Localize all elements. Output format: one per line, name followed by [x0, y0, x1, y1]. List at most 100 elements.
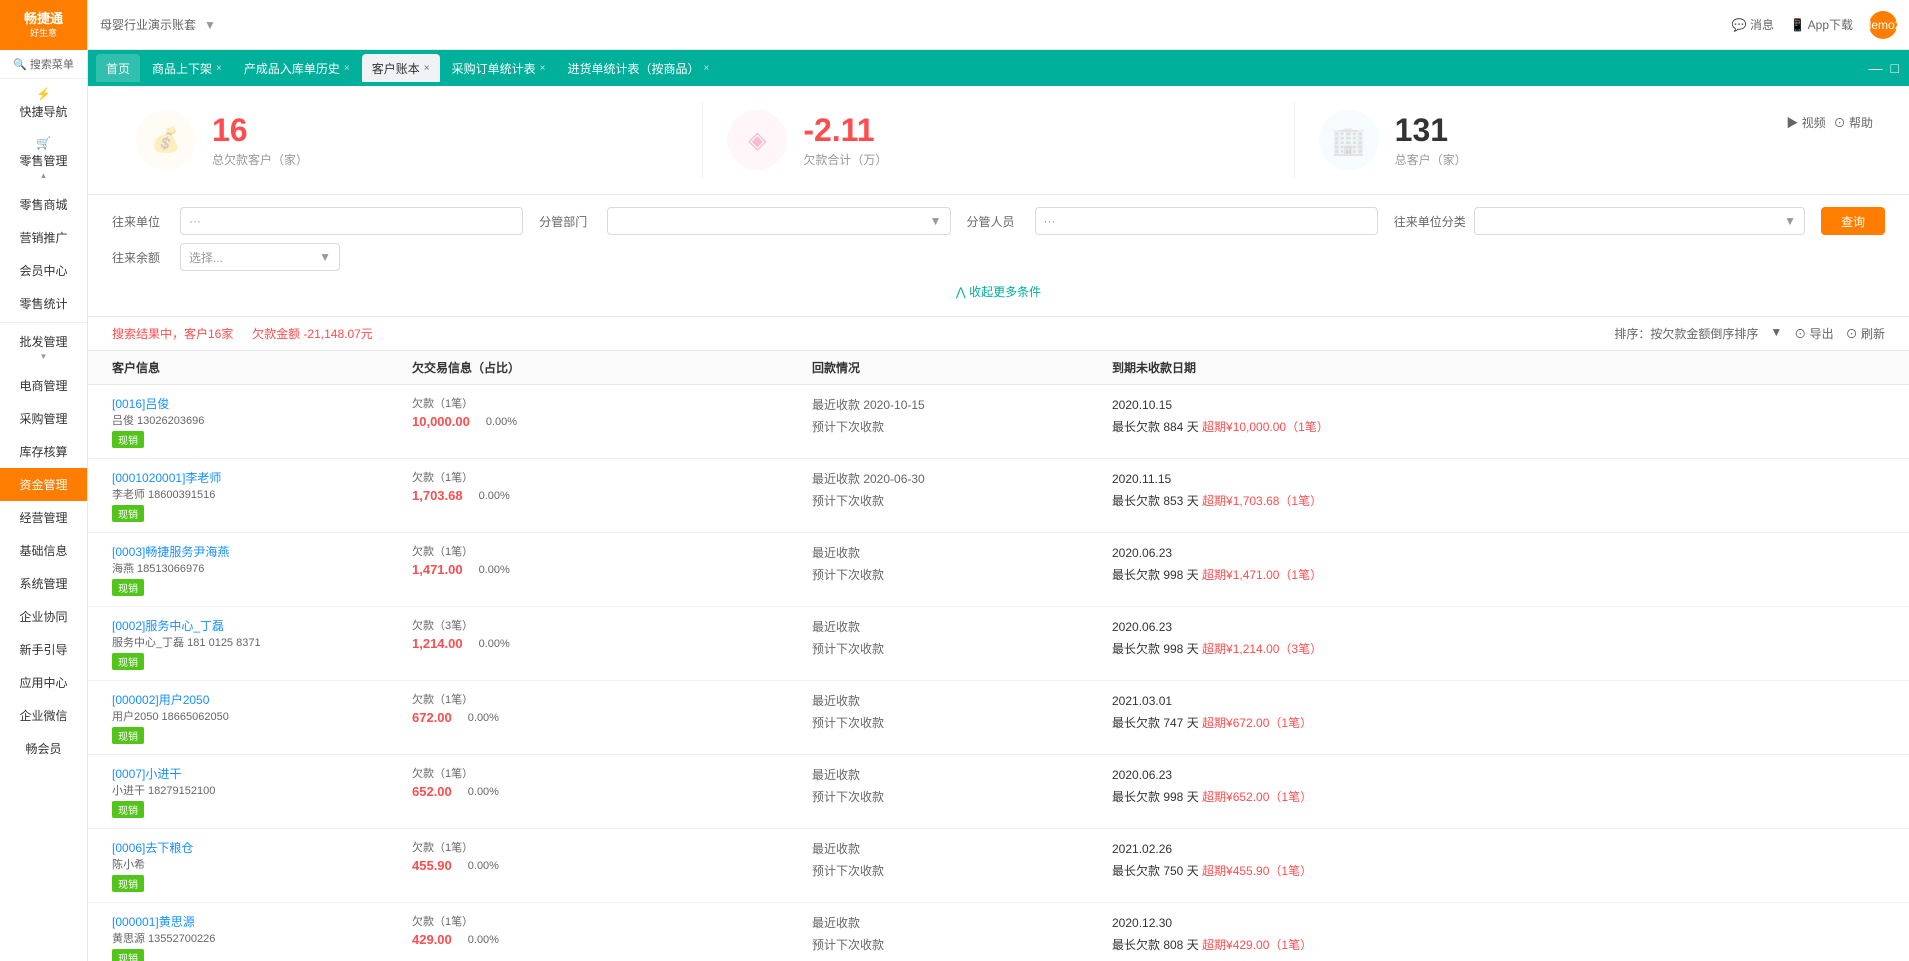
next-payment: 预计下次收款: [812, 491, 1112, 513]
customer-cell: [000002]用户2050 用户2050 18665062050 现销: [112, 691, 412, 744]
overdue-link[interactable]: 超期¥10,000.00（1笔）: [1202, 420, 1329, 434]
minimize-btn[interactable]: —: [1867, 58, 1885, 78]
debt-row: 欠款（1笔）: [412, 839, 812, 855]
tab-home[interactable]: 首页: [96, 54, 140, 82]
overdue-link[interactable]: 超期¥1,471.00（1笔）: [1202, 568, 1322, 582]
customer-contact: 黄思源 13552700226: [112, 930, 412, 946]
source-unit-input[interactable]: ···: [180, 207, 523, 235]
sidebar-item-newbie[interactable]: 新手引导: [0, 633, 87, 666]
sidebar-item-batch-mgmt[interactable]: 批发管理 ▼: [0, 325, 87, 369]
sidebar-item-retail-store[interactable]: 零售商城: [0, 188, 87, 221]
balance-select[interactable]: 选择... ▼: [180, 243, 340, 271]
data-table: 客户信息 欠交易信息（占比） 回款情况 到期未收款日期 [0016]吕俊 吕俊 …: [88, 351, 1909, 961]
dept-select[interactable]: ▼: [607, 207, 950, 235]
table-header: 客户信息 欠交易信息（占比） 回款情况 到期未收款日期: [88, 351, 1909, 385]
customer-name[interactable]: [0016]吕俊: [112, 395, 412, 412]
sidebar-item-vip[interactable]: 畅会员: [0, 732, 87, 765]
sidebar-item-inventory[interactable]: 库存核算: [0, 435, 87, 468]
quick-icon: ⚡: [36, 87, 51, 101]
customer-tag: 现销: [112, 505, 144, 522]
customer-name[interactable]: [000001]黄思源: [112, 913, 412, 930]
next-payment: 预计下次收款: [812, 787, 1112, 809]
sort-label: 排序：按欠款金额倒序排序: [1614, 325, 1758, 342]
debt-cell: 欠款（3笔） 1,214.00 0.00%: [412, 617, 812, 651]
col-customer-info: 客户信息: [112, 359, 412, 376]
customer-tag: 现销: [112, 949, 144, 961]
export-icon: ⊙: [1794, 327, 1806, 341]
unit-category-select[interactable]: ▼: [1474, 207, 1805, 235]
sidebar-item-finance[interactable]: 资金管理: [0, 468, 87, 501]
dropdown-icon: ▼: [204, 18, 216, 32]
close-icon[interactable]: ×: [540, 63, 546, 74]
customer-name[interactable]: [0007]小进干: [112, 765, 412, 782]
search-button[interactable]: 查询: [1821, 207, 1885, 235]
overdue-info: 最长欠款 998 天 超期¥652.00（1笔）: [1112, 787, 1885, 809]
debt-cell: 欠款（1笔） 1,471.00 0.00%: [412, 543, 812, 577]
tab-production-history[interactable]: 产成品入库单历史 ×: [234, 54, 360, 82]
overdue-link[interactable]: 超期¥1,703.68（1笔）: [1202, 494, 1322, 508]
overdue-link[interactable]: 超期¥455.90（1笔）: [1202, 864, 1312, 878]
export-btn[interactable]: ⊙ 导出: [1794, 325, 1833, 342]
tab-product-updown[interactable]: 商品上下架 ×: [142, 54, 232, 82]
tab-purchase-stats[interactable]: 采购订单统计表 ×: [442, 54, 556, 82]
callback-cell: 最近收款 2020-06-30 预计下次收款: [812, 469, 1112, 512]
debt-amount-row: 1,471.00 0.00%: [412, 562, 812, 577]
collapse-btn[interactable]: ⋀ 收起更多条件: [112, 279, 1885, 304]
debt-row: 欠款（1笔）: [412, 469, 812, 485]
sidebar-item-app-center[interactable]: 应用中心: [0, 666, 87, 699]
due-date: 2020.06.23: [1112, 765, 1885, 787]
sidebar-item-base-info[interactable]: 基础信息: [0, 534, 87, 567]
sidebar-item-purchase[interactable]: 采购管理: [0, 402, 87, 435]
overdue-link[interactable]: 超期¥429.00（1笔）: [1202, 938, 1312, 952]
customer-name[interactable]: [0002]服务中心_丁磊: [112, 617, 412, 634]
sidebar-item-operations[interactable]: 经营管理: [0, 501, 87, 534]
overdue-link[interactable]: 超期¥1,214.00（3笔）: [1202, 642, 1322, 656]
close-icon[interactable]: ×: [703, 63, 709, 74]
help-btn[interactable]: ⊙ 帮助: [1834, 114, 1873, 131]
refresh-btn[interactable]: ⊙ 刷新: [1846, 325, 1885, 342]
debt-amount: 10,000.00: [412, 414, 470, 429]
close-icon[interactable]: ×: [216, 63, 222, 74]
app-logo: 畅捷通 好生意: [0, 0, 87, 50]
view-btn[interactable]: ▶ 视频: [1786, 114, 1825, 131]
debt-amount-row: 652.00 0.00%: [412, 784, 812, 799]
customer-cell: [0006]去下粮仓 陈小希 现销: [112, 839, 412, 892]
callback-cell: 最近收款 预计下次收款: [812, 839, 1112, 882]
tab-customer-account[interactable]: 客户账本 ×: [362, 54, 440, 82]
maximize-btn[interactable]: □: [1889, 58, 1901, 78]
customer-name[interactable]: [0001020001]李老师: [112, 469, 412, 486]
tab-import-stats[interactable]: 进货单统计表（按商品） ×: [557, 54, 719, 82]
sidebar-item-marketing[interactable]: 营销推广: [0, 221, 87, 254]
tab-product-label: 商品上下架: [152, 60, 212, 77]
sidebar-item-member[interactable]: 会员中心: [0, 254, 87, 287]
customer-name[interactable]: [000002]用户2050: [112, 691, 412, 708]
callback-cell: 最近收款 预计下次收款: [812, 765, 1112, 808]
sidebar-item-enterprise-wx[interactable]: 企业微信: [0, 699, 87, 732]
debt-percent: 0.00%: [468, 786, 499, 798]
customer-tag: 现销: [112, 727, 144, 744]
sidebar-item-quick[interactable]: ⚡ 快捷导航: [0, 79, 87, 128]
sidebar-item-retail-mgmt[interactable]: 🛒 零售管理 ▲: [0, 128, 87, 188]
due-date: 2020.11.15: [1112, 469, 1885, 491]
customer-name[interactable]: [0006]去下粮仓: [112, 839, 412, 856]
last-payment: 最近收款: [812, 839, 1112, 861]
overdue-link[interactable]: 超期¥652.00（1笔）: [1202, 790, 1312, 804]
close-icon[interactable]: ×: [344, 63, 350, 74]
header-right: 💬 消息 📱 App下载 demo2: [1732, 11, 1897, 39]
sidebar-item-ecommerce[interactable]: 电商管理: [0, 369, 87, 402]
sidebar-item-system[interactable]: 系统管理: [0, 567, 87, 600]
sidebar-search[interactable]: 🔍 搜索菜单: [0, 50, 87, 79]
person-input[interactable]: ···: [1035, 207, 1378, 235]
customer-name[interactable]: [0003]畅捷服务尹海燕: [112, 543, 412, 560]
sidebar-item-enterprise[interactable]: 企业协同: [0, 600, 87, 633]
due-date: 2021.03.01: [1112, 691, 1885, 713]
message-btn[interactable]: 💬 消息: [1732, 16, 1774, 33]
debt-amount-row: 10,000.00 0.00%: [412, 414, 812, 429]
close-icon[interactable]: ×: [424, 63, 430, 74]
sidebar-item-retail-stats[interactable]: 零售统计: [0, 287, 87, 320]
avatar[interactable]: demo2: [1869, 11, 1897, 39]
app-download-btn[interactable]: 📱 App下载: [1790, 16, 1853, 33]
overdue-link[interactable]: 超期¥672.00（1笔）: [1202, 716, 1312, 730]
stats-row: 💰 16 总欠款客户（家） ◈ -2.11 欠款合计（万） 🏢 131 总客户（…: [88, 86, 1909, 195]
table-row: [0006]去下粮仓 陈小希 现销 欠款（1笔） 455.90 0.00% 最近…: [88, 829, 1909, 903]
